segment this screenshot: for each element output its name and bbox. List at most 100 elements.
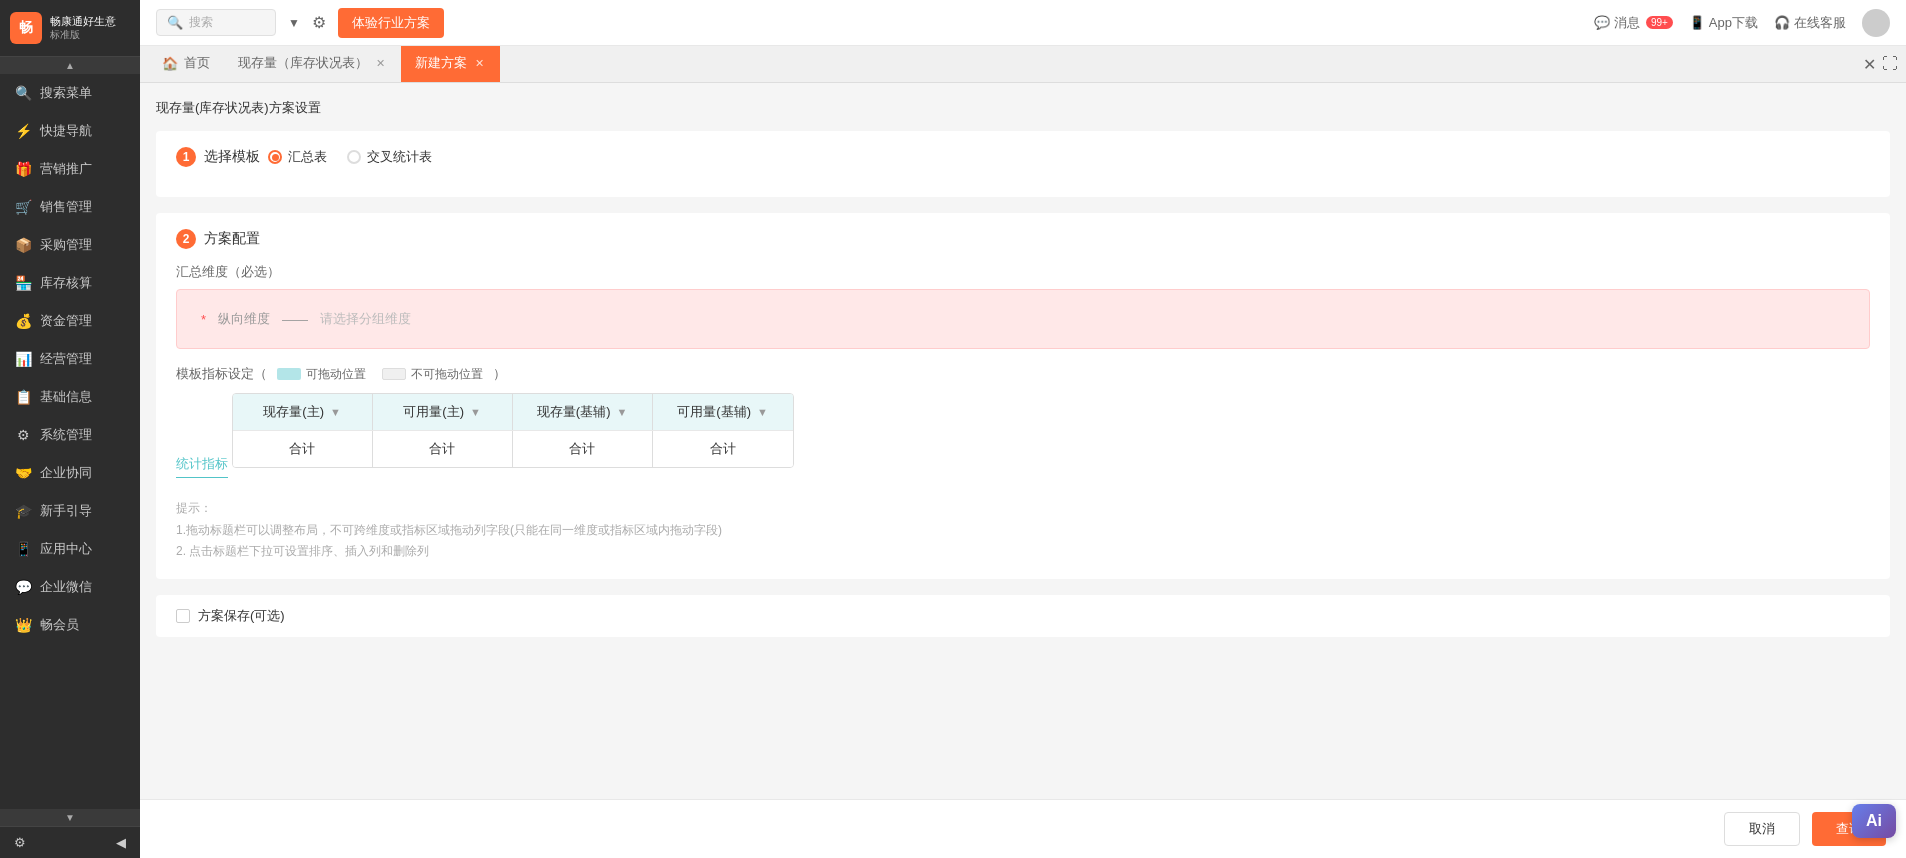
- stats-col-1[interactable]: 可用量(主) ▼: [373, 394, 513, 430]
- tab-expand-icon[interactable]: ⛶: [1882, 55, 1898, 73]
- sidebar-item-sales[interactable]: 🛒 销售管理: [0, 188, 140, 226]
- step2-title: 方案配置: [204, 230, 260, 248]
- step1-title: 选择模板: [204, 148, 260, 166]
- trial-btn[interactable]: 体验行业方案: [338, 8, 444, 38]
- messages-btn[interactable]: 💬 消息 99+: [1594, 14, 1673, 32]
- topbar-dropdown-btn[interactable]: ▼: [288, 16, 300, 30]
- radio-summary-label: 汇总表: [288, 148, 327, 166]
- stats-data-row: 合计 合计 合计 合计: [233, 430, 793, 467]
- radio-cross-circle: [347, 150, 361, 164]
- sidebar-icon-wechat: 💬: [14, 578, 32, 596]
- sidebar-label-guide: 新手引导: [40, 502, 92, 520]
- sidebar-footer: ⚙ ◀: [0, 826, 140, 858]
- sidebar-item-system[interactable]: ⚙ 系统管理: [0, 416, 140, 454]
- stats-col-2-label: 现存量(基辅): [537, 403, 611, 421]
- sidebar-item-operation[interactable]: 📊 经营管理: [0, 340, 140, 378]
- ai-button[interactable]: Ai: [1852, 804, 1896, 838]
- stats-header-row: 现存量(主) ▼ 可用量(主) ▼ 现存量(基辅) ▼: [233, 394, 793, 430]
- indicator-label-close: ）: [493, 365, 506, 383]
- sidebar-label-marketing: 营销推广: [40, 160, 92, 178]
- sidebar-scroll-up[interactable]: ▲: [0, 57, 140, 74]
- indicator-label-text: 模板指标设定（: [176, 365, 267, 383]
- topbar-search-box[interactable]: 🔍 搜索: [156, 9, 276, 36]
- sidebar-icon-sales: 🛒: [14, 198, 32, 216]
- app-download-btn[interactable]: 📱 App下载: [1689, 14, 1758, 32]
- tab-new-scheme-close-icon[interactable]: ✕: [473, 57, 486, 70]
- stats-data-0-value: 合计: [289, 440, 315, 458]
- separator: ——: [282, 312, 308, 327]
- radio-summary[interactable]: 汇总表: [268, 148, 327, 166]
- sidebar-icon-guide: 🎓: [14, 502, 32, 520]
- sidebar-icon-contract: 🤝: [14, 464, 32, 482]
- dimension-box[interactable]: * 纵向维度 —— 请选择分组维度: [176, 289, 1870, 349]
- sidebar-label-sales: 销售管理: [40, 198, 92, 216]
- stats-table: 现存量(主) ▼ 可用量(主) ▼ 现存量(基辅) ▼: [232, 393, 794, 468]
- cancel-button[interactable]: 取消: [1724, 812, 1800, 846]
- stats-col-3[interactable]: 可用量(基辅) ▼: [653, 394, 793, 430]
- tab-new-scheme[interactable]: 新建方案 ✕: [401, 46, 500, 82]
- sidebar-item-guide[interactable]: 🎓 新手引导: [0, 492, 140, 530]
- sidebar-item-purchase[interactable]: 📦 采购管理: [0, 226, 140, 264]
- save-checkbox[interactable]: [176, 609, 190, 623]
- topbar-gear-icon[interactable]: ⚙: [312, 13, 326, 32]
- tabs-right-controls: ✕ ⛶: [1863, 55, 1898, 74]
- sidebar-item-quick-nav[interactable]: ⚡ 快捷导航: [0, 112, 140, 150]
- stats-col-1-dropdown[interactable]: ▼: [470, 406, 481, 418]
- stats-col-1-label: 可用量(主): [403, 403, 464, 421]
- sidebar-label-search: 搜索菜单: [40, 84, 92, 102]
- sidebar-icon-search: 🔍: [14, 84, 32, 102]
- sidebar-item-finance[interactable]: 💰 资金管理: [0, 302, 140, 340]
- sidebar-icon-inventory: 🏪: [14, 274, 32, 292]
- tab-home[interactable]: 🏠 首页: [148, 46, 224, 82]
- legend-draggable-label: 可拖动位置: [306, 366, 366, 383]
- sidebar-item-basic[interactable]: 📋 基础信息: [0, 378, 140, 416]
- messages-badge: 99+: [1646, 16, 1673, 29]
- tab-inventory-status[interactable]: 现存量（库存状况表） ✕: [224, 46, 401, 82]
- sidebar-item-search[interactable]: 🔍 搜索菜单: [0, 74, 140, 112]
- customer-service-btn[interactable]: 🎧 在线客服: [1774, 14, 1846, 32]
- stats-col-0-dropdown[interactable]: ▼: [330, 406, 341, 418]
- sidebar-item-appstore[interactable]: 📱 应用中心: [0, 530, 140, 568]
- customer-service-label: 在线客服: [1794, 14, 1846, 32]
- page-title: 现存量(库存状况表)方案设置: [156, 99, 1890, 117]
- legend-draggable: 可拖动位置: [277, 366, 366, 383]
- sidebar-label-finance: 资金管理: [40, 312, 92, 330]
- sidebar-nav: 🔍 搜索菜单 ⚡ 快捷导航 🎁 营销推广 🛒 销售管理 📦 采购管理 🏪 库存核…: [0, 74, 140, 809]
- sidebar-item-member[interactable]: 👑 畅会员: [0, 606, 140, 644]
- sidebar-label-basic: 基础信息: [40, 388, 92, 406]
- sidebar-item-wechat[interactable]: 💬 企业微信: [0, 568, 140, 606]
- stats-col-0[interactable]: 现存量(主) ▼: [233, 394, 373, 430]
- sidebar-settings-icon[interactable]: ⚙: [14, 835, 26, 850]
- tab-home-label: 首页: [184, 54, 210, 72]
- sidebar-scroll-down[interactable]: ▼: [0, 809, 140, 826]
- sidebar-icon-marketing: 🎁: [14, 160, 32, 178]
- stats-data-3: 合计: [653, 431, 793, 467]
- sidebar-item-marketing[interactable]: 🎁 营销推广: [0, 150, 140, 188]
- stats-col-3-dropdown[interactable]: ▼: [757, 406, 768, 418]
- sidebar-label-purchase: 采购管理: [40, 236, 92, 254]
- radio-cross[interactable]: 交叉统计表: [347, 148, 432, 166]
- sidebar-label-contract: 企业协同: [40, 464, 92, 482]
- stats-data-0: 合计: [233, 431, 373, 467]
- app-download-label: App下载: [1709, 14, 1758, 32]
- sidebar-item-inventory[interactable]: 🏪 库存核算: [0, 264, 140, 302]
- stats-title: 统计指标: [176, 455, 228, 478]
- sidebar-item-contract[interactable]: 🤝 企业协同: [0, 454, 140, 492]
- tab-close-all-icon[interactable]: ✕: [1863, 55, 1876, 74]
- stats-data-2-value: 合计: [569, 440, 595, 458]
- sidebar-label-operation: 经营管理: [40, 350, 92, 368]
- topbar-right: 💬 消息 99+ 📱 App下载 🎧 在线客服: [1594, 9, 1890, 37]
- stats-data-1-value: 合计: [429, 440, 455, 458]
- user-avatar[interactable]: [1862, 9, 1890, 37]
- radio-summary-circle: [268, 150, 282, 164]
- stats-col-2-dropdown[interactable]: ▼: [617, 406, 628, 418]
- stats-col-2[interactable]: 现存量(基辅) ▼: [513, 394, 653, 430]
- footer-bar: 取消 查询: [140, 799, 1906, 858]
- sidebar-icon-purchase: 📦: [14, 236, 32, 254]
- content-area: 现存量(库存状况表)方案设置 1 选择模板 汇总表 交叉统计表: [140, 83, 1906, 799]
- stats-data-2: 合计: [513, 431, 653, 467]
- sidebar-collapse-icon[interactable]: ◀: [116, 835, 126, 850]
- template-section: 1 选择模板 汇总表 交叉统计表: [156, 131, 1890, 197]
- tab-inventory-close-icon[interactable]: ✕: [374, 57, 387, 70]
- stats-data-3-value: 合计: [710, 440, 736, 458]
